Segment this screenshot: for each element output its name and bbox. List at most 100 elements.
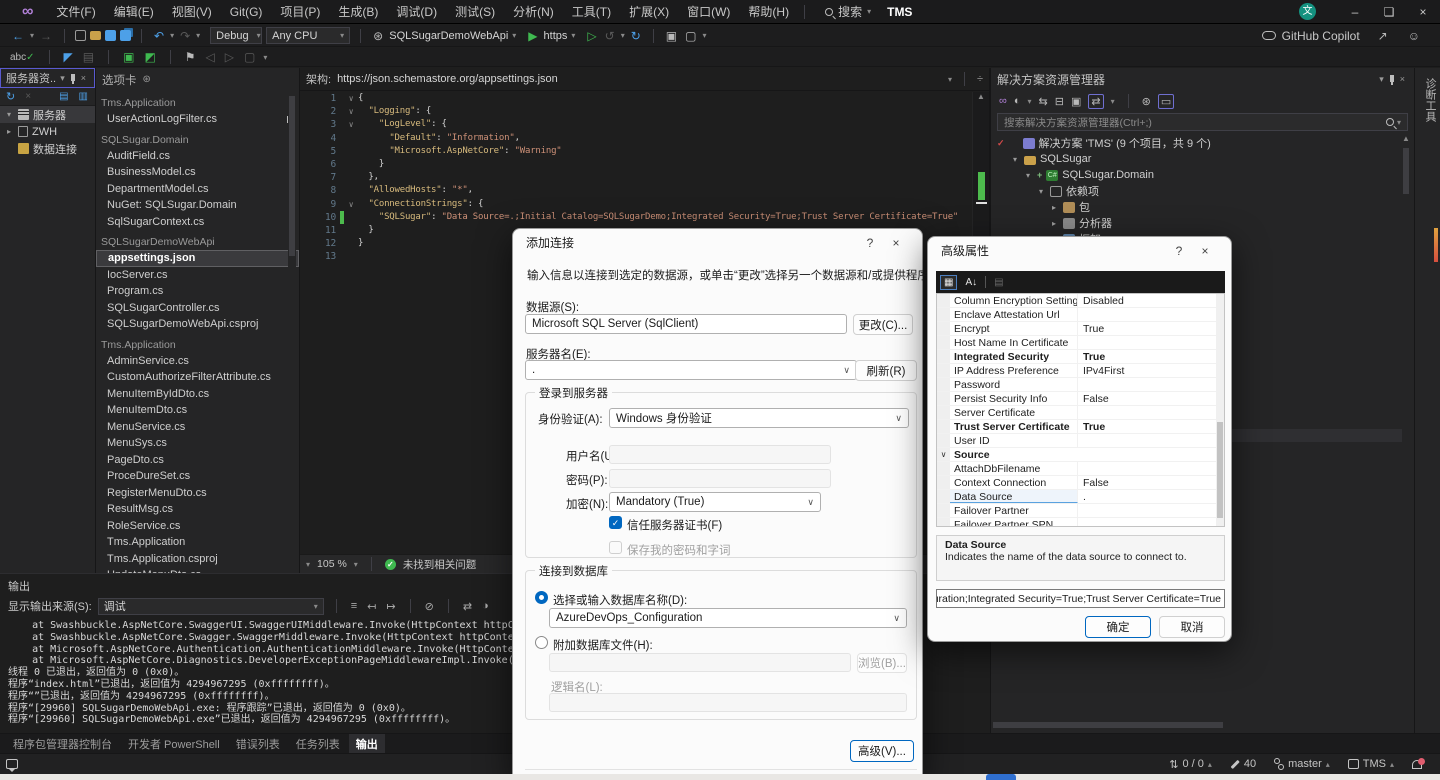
document-health-label[interactable]: 未找到相关问题 [403,557,477,572]
save-all-icon[interactable] [120,30,132,41]
chevron-down-icon[interactable]: ▾ [354,560,358,569]
property-row[interactable]: IP Address Preference IPv4First [937,364,1224,378]
chevron-down-icon[interactable]: ▾ [196,31,200,40]
error-warning-counter[interactable]: ⇅ 0 / 0 ▴ [1169,758,1212,771]
file-tab-item[interactable]: Program.cs [96,283,299,300]
property-value[interactable] [1078,378,1224,391]
refresh-icon[interactable]: ↻ [4,90,17,103]
bottom-tab-item[interactable]: 开发者 PowerShell [121,734,227,754]
redo-icon[interactable]: ↷ [178,29,192,43]
solution-scrollbar[interactable]: ▲ [1402,134,1410,724]
file-tab-item[interactable]: UserActionLogFilter.cs [96,111,299,128]
code-text[interactable]: } [358,158,972,171]
property-row[interactable]: Context Connection False [937,476,1224,490]
add-connection-title-bar[interactable]: 添加连接 ? × [513,229,922,256]
server-tree-item[interactable]: ▸ ZWH [0,123,95,140]
server-name-combo[interactable]: . ∨ [525,360,857,380]
browse-button[interactable]: 浏览(B)... [857,653,907,673]
solution-configuration-dropdown[interactable]: Debug ▾ [210,27,263,44]
file-tab-item[interactable]: RoleService.cs [96,518,299,535]
open-folder-icon[interactable] [90,31,102,40]
chevron-down-icon[interactable]: ▾ [1028,97,1032,106]
property-value[interactable] [1078,308,1224,321]
minimize-button[interactable]: – [1338,0,1372,24]
solution-hscrollbar[interactable] [991,721,1405,729]
menu-item[interactable]: 工具(T) [563,0,620,24]
menu-item[interactable]: 扩展(X) [620,0,678,24]
github-copilot-button[interactable]: GitHub Copilot [1261,29,1360,43]
file-tab-item[interactable]: MenuItemByIdDto.cs [96,386,299,403]
startup-project-dropdown[interactable]: SQLSugarDemoWebApi ▾ [389,30,516,42]
notifications-button[interactable] [1412,757,1426,769]
property-row[interactable]: Data Source. [937,490,1224,504]
solution-tree-item[interactable]: ▾ SQLSugar [991,151,1414,167]
server-explorer-header[interactable]: 服务器资... ▾ × [0,68,95,88]
solution-tree-item[interactable]: ▾ 依赖项 [991,183,1414,199]
file-tab-item[interactable]: MenuItemDto.cs [96,402,299,419]
bottom-tab-item[interactable]: 程序包管理器控制台 [6,734,119,754]
browser-link-icon[interactable]: ▣ [664,29,679,43]
fold-marker[interactable]: ∨ [344,118,358,131]
global-search[interactable]: 搜索 ▾ [825,3,871,20]
close-icon[interactable]: × [1397,74,1408,84]
menu-item[interactable]: 帮助(H) [739,0,798,24]
expander-icon[interactable]: ▾ [1023,171,1033,180]
data-source-field[interactable]: Microsoft SQL Server (SqlClient) [525,314,847,334]
advanced-button[interactable]: 高级(V)... [850,740,914,762]
expander-icon[interactable]: ▾ [1010,155,1020,164]
property-value[interactable]: True [1078,350,1224,363]
clear-bookmarks-icon[interactable]: ▢ [242,50,257,64]
pending-changes-filter-icon[interactable]: ◐ [1014,95,1021,107]
bookmark-icon[interactable]: ⚑ [183,50,198,64]
code-text[interactable]: { [358,92,972,105]
chevron-down-icon[interactable]: ▾ [170,31,174,40]
property-row[interactable]: User ID [937,434,1224,448]
navigate-back-icon[interactable]: ← [10,29,26,43]
property-value[interactable]: . [1078,490,1224,503]
next-bookmark-icon[interactable]: ▷ [223,50,236,64]
property-row[interactable]: Host Name In Certificate [937,336,1224,350]
start-debugging-icon[interactable]: ▶ [526,29,539,43]
property-value[interactable]: Disabled [1078,294,1224,307]
property-value[interactable] [1078,336,1224,349]
close-icon[interactable]: × [883,236,909,250]
property-row[interactable]: Enclave Attestation Url [937,308,1224,322]
code-text[interactable]: "LogLevel": { [358,118,972,131]
file-tab-item[interactable]: ProceDureSet.cs [96,468,299,485]
file-tab-item[interactable]: MenuSys.cs [96,435,299,452]
property-row[interactable]: AttachDbFilename [937,462,1224,476]
fold-marker[interactable]: ∨ [344,92,358,105]
file-tab-item[interactable]: NuGet: SQLSugar.Domain [96,197,299,214]
collapse-all-icon[interactable]: ⊟ [1055,95,1064,108]
file-tab-item[interactable]: AuditField.cs [96,148,299,165]
authentication-combo[interactable]: Windows 身份验证 ∨ [609,408,909,428]
expander-icon[interactable]: ▾ [1036,187,1046,196]
show-members-icon[interactable]: ◩ [142,50,157,64]
translator-extension-icon[interactable]: 文 [1299,3,1316,20]
next-message-icon[interactable]: ↦ [384,600,397,613]
gear-icon[interactable]: ⊛ [143,74,151,85]
categorized-view-icon[interactable]: ▦ [940,274,958,290]
hot-reload-icon[interactable]: ↺ [603,29,617,43]
restore-button[interactable]: ❏ [1372,0,1406,24]
stop-refresh-icon[interactable]: × [23,91,33,102]
encrypt-combo[interactable]: Mandatory (True) ∨ [609,492,821,512]
close-icon[interactable]: × [1192,244,1218,258]
git-repo-selector[interactable]: TMS ▴ [1347,758,1394,770]
alphabetical-sort-icon[interactable]: A↓ [962,276,980,289]
property-value[interactable] [1078,462,1224,475]
property-pages-icon[interactable]: ▤ [991,276,1006,289]
file-tab-item[interactable]: PageDto.cs [96,452,299,469]
file-tab-item[interactable]: SQLSugarController.cs [96,300,299,317]
ok-button[interactable]: 确定 [1085,616,1151,638]
window-position-icon[interactable]: ▾ [57,73,68,84]
show-all-files-icon[interactable]: ▭ [1157,93,1175,109]
expander-icon[interactable]: ▸ [1049,219,1059,228]
password-field[interactable] [609,469,831,488]
properties-wrench-icon[interactable]: ⊛ [1142,95,1151,108]
code-text[interactable]: "Logging": { [358,105,972,118]
property-row[interactable]: ∨ Source [937,448,1224,462]
expander-icon[interactable]: ▸ [4,127,14,136]
switch-views-icon[interactable]: ∞ [999,95,1007,107]
database-file-field[interactable] [549,653,851,672]
